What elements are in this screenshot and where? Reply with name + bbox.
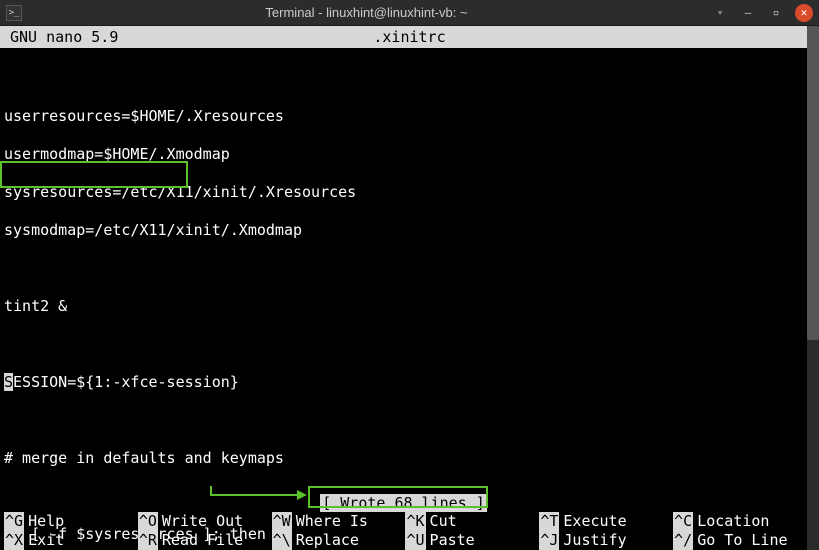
nano-filename: .xinitrc <box>373 28 445 46</box>
shortcut-execute: ^TExecute <box>539 512 673 531</box>
code-line: sysmodmap=/etc/X11/xinit/.Xmodmap <box>4 221 815 240</box>
shortcut-exit: ^XExit <box>4 531 138 550</box>
code-line: SESSION=${1:-xfce-session} <box>4 373 815 392</box>
window-titlebar: >_ Terminal - linuxhint@linuxhint-vb: ~ … <box>0 0 819 26</box>
shortcut-help: ^GHelp <box>4 512 138 531</box>
status-message: [ Wrote 68 lines ] <box>320 494 487 512</box>
shortcut-gotoline: ^/Go To Line <box>673 531 807 550</box>
shortcut-writeout: ^OWrite Out <box>138 512 272 531</box>
editor-content[interactable]: userresources=$HOME/.Xresources usermodm… <box>0 48 819 550</box>
window-menu-button[interactable]: ▾ <box>711 4 729 22</box>
scrollbar-thumb[interactable] <box>807 26 819 340</box>
nano-status: [ Wrote 68 lines ] <box>0 494 807 512</box>
shortcut-replace: ^\Replace <box>272 531 406 550</box>
terminal-area[interactable]: GNU nano 5.9 .xinitrc userresources=$HOM… <box>0 26 819 550</box>
shortcut-readfile: ^RRead File <box>138 531 272 550</box>
window-controls: ▾ — ▫ ✕ <box>711 4 813 22</box>
shortcut-cut: ^KCut <box>405 512 539 531</box>
code-line: userresources=$HOME/.Xresources <box>4 107 815 126</box>
blank-line <box>4 69 815 88</box>
cursor: S <box>4 373 13 391</box>
shortcut-whereis: ^WWhere Is <box>272 512 406 531</box>
window-title: Terminal - linuxhint@linuxhint-vb: ~ <box>22 5 711 20</box>
code-line: # merge in defaults and keymaps <box>4 449 815 468</box>
code-line <box>4 335 815 354</box>
shortcut-paste: ^UPaste <box>405 531 539 550</box>
close-button[interactable]: ✕ <box>795 4 813 22</box>
code-line <box>4 411 815 430</box>
code-line: sysresources=/etc/X11/xinit/.Xresources <box>4 183 815 202</box>
terminal-icon: >_ <box>6 5 22 21</box>
shortcut-justify: ^JJustify <box>539 531 673 550</box>
code-line: usermodmap=$HOME/.Xmodmap <box>4 145 815 164</box>
scrollbar[interactable] <box>807 26 819 550</box>
code-line <box>4 259 815 278</box>
maximize-button[interactable]: ▫ <box>767 4 785 22</box>
minimize-button[interactable]: — <box>739 4 757 22</box>
shortcut-location: ^CLocation <box>673 512 807 531</box>
nano-shortcuts: ^GHelp ^OWrite Out ^WWhere Is ^KCut ^TEx… <box>4 512 807 550</box>
nano-version: GNU nano 5.9 <box>10 28 118 46</box>
nano-header: GNU nano 5.9 .xinitrc <box>0 26 819 48</box>
code-line: tint2 & <box>4 297 815 316</box>
